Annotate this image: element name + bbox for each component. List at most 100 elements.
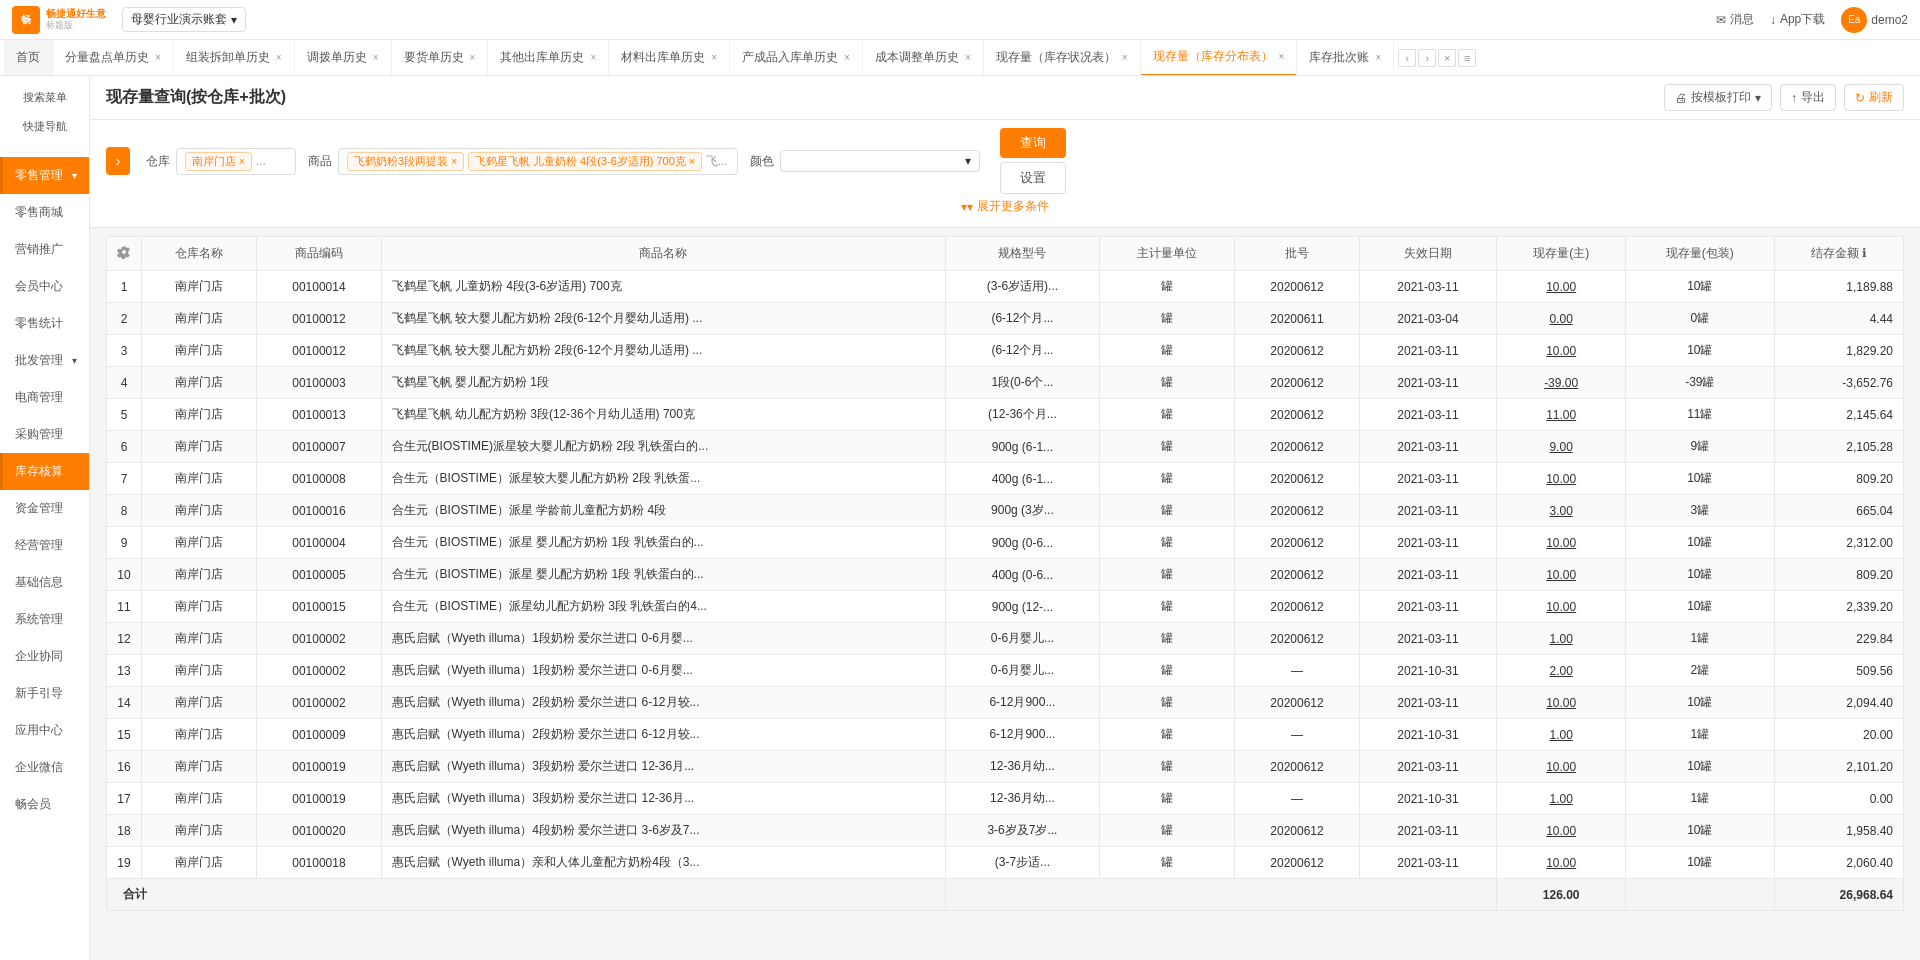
nav-right-arrow[interactable]: › — [1418, 49, 1436, 67]
sidebar-item-ecommerce[interactable]: 电商管理 — [0, 379, 89, 416]
print-btn[interactable]: 🖨 按模板打印 ▾ — [1664, 84, 1772, 111]
row-qty-main[interactable]: 1.00 — [1497, 719, 1626, 751]
row-qty-main[interactable]: 10.00 — [1497, 335, 1626, 367]
row-qty-main[interactable]: 10.00 — [1497, 751, 1626, 783]
product-tags[interactable]: 飞鹤奶粉3段两提装 × 飞鹤星飞帆 儿童奶粉 4段(3-6岁适用) 700克 ×… — [338, 148, 738, 175]
tab-11[interactable]: 库存批次账 × — [1297, 40, 1394, 76]
row-no: 9 — [107, 527, 142, 559]
sidebar-item-retail-mgmt[interactable]: 零售管理 ▾ — [0, 157, 89, 194]
sidebar-item-retail-stats[interactable]: 零售统计 — [0, 305, 89, 342]
row-qty-main[interactable]: 10.00 — [1497, 463, 1626, 495]
close-tab-7-icon[interactable]: × — [844, 52, 850, 63]
refresh-btn[interactable]: ↻ 刷新 — [1844, 84, 1904, 111]
sidebar-item-system[interactable]: 系统管理 — [0, 601, 89, 638]
row-qty-main[interactable]: 10.00 — [1497, 847, 1626, 879]
sidebar-item-enterprise[interactable]: 企业协同 — [0, 638, 89, 675]
color-input[interactable]: ▾ — [780, 150, 980, 172]
sidebar-item-enterprise-wechat[interactable]: 企业微信 — [0, 749, 89, 786]
row-qty-main[interactable]: 3.00 — [1497, 495, 1626, 527]
row-spec: 0-6月婴儿... — [945, 623, 1099, 655]
row-batch: — — [1235, 719, 1359, 751]
row-qty-main[interactable]: 10.00 — [1497, 687, 1626, 719]
tab-6[interactable]: 材料出库单历史 × — [609, 40, 730, 76]
row-qty-main[interactable]: 1.00 — [1497, 783, 1626, 815]
tab-5[interactable]: 其他出库单历史 × — [488, 40, 609, 76]
row-qty-main[interactable]: 10.00 — [1497, 815, 1626, 847]
close-tab-8-icon[interactable]: × — [965, 52, 971, 63]
col-spec: 规格型号 — [945, 237, 1099, 271]
row-expire: 2021-03-11 — [1359, 751, 1497, 783]
close-tab-1-icon[interactable]: × — [155, 52, 161, 63]
row-qty-main[interactable]: 10.00 — [1497, 559, 1626, 591]
row-qty-main[interactable]: 10.00 — [1497, 591, 1626, 623]
table-row: 18南岸门店00100020惠氏启赋（Wyeth illuma）4段奶粉 爱尔兰… — [107, 815, 1904, 847]
row-qty-main[interactable]: 1.00 — [1497, 623, 1626, 655]
row-qty-main[interactable]: 10.00 — [1497, 527, 1626, 559]
sidebar-item-retail-mall[interactable]: 零售商城 — [0, 194, 89, 231]
company-selector[interactable]: 母婴行业演示账套 ▾ — [122, 7, 246, 32]
row-qty-main[interactable]: -39.00 — [1497, 367, 1626, 399]
close-tab-5-icon[interactable]: × — [590, 52, 596, 63]
user-area[interactable]: Ea demo2 — [1841, 7, 1908, 33]
app-download-btn[interactable]: ↓ App下载 — [1770, 11, 1825, 28]
row-qty-pkg: 10罐 — [1625, 815, 1774, 847]
row-qty-main[interactable]: 2.00 — [1497, 655, 1626, 687]
row-code: 00100018 — [257, 847, 381, 879]
nav-close-arrow[interactable]: × — [1438, 49, 1456, 67]
nav-left-arrow[interactable]: ‹ — [1398, 49, 1416, 67]
search-menu-btn[interactable]: 搜索菜单 — [4, 84, 85, 111]
row-amount: 1,958.40 — [1774, 815, 1903, 847]
tab-1[interactable]: 分量盘点单历史 × — [53, 40, 174, 76]
product-tag-1-close-icon[interactable]: × — [689, 156, 695, 167]
sidebar-item-wholesale[interactable]: 批发管理 ▾ — [0, 342, 89, 379]
tab-9[interactable]: 现存量（库存状况表） × — [984, 40, 1141, 76]
close-tab-9-icon[interactable]: × — [1122, 52, 1128, 63]
close-tab-10-icon[interactable]: × — [1279, 51, 1285, 62]
sidebar-item-basic-info[interactable]: 基础信息 — [0, 564, 89, 601]
warehouse-tag-close-icon[interactable]: × — [239, 156, 245, 167]
row-unit: 罐 — [1100, 367, 1235, 399]
export-btn[interactable]: ↑ 导出 — [1780, 84, 1836, 111]
settings-btn[interactable]: 设置 — [1000, 162, 1066, 194]
row-qty-main[interactable]: 10.00 — [1497, 271, 1626, 303]
sidebar-item-app-center[interactable]: 应用中心 — [0, 712, 89, 749]
sidebar-item-purchase[interactable]: 采购管理 — [0, 416, 89, 453]
sidebar-item-guide[interactable]: 新手引导 — [0, 675, 89, 712]
row-qty-main[interactable]: 0.00 — [1497, 303, 1626, 335]
tab-8[interactable]: 成本调整单历史 × — [863, 40, 984, 76]
col-gear[interactable] — [107, 237, 142, 271]
tab-7[interactable]: 产成品入库单历史 × — [730, 40, 863, 76]
expand-filter-btn[interactable]: › — [106, 147, 130, 175]
tab-2[interactable]: 组装拆卸单历史 × — [174, 40, 295, 76]
sidebar-item-marketing[interactable]: 营销推广 — [0, 231, 89, 268]
close-tab-2-icon[interactable]: × — [276, 52, 282, 63]
warehouse-tags[interactable]: 南岸门店 × ... — [176, 148, 296, 175]
tab-10[interactable]: 现存量（库存分布表） × — [1141, 40, 1298, 76]
product-tag-0-close-icon[interactable]: × — [451, 156, 457, 167]
query-btn[interactable]: 查询 — [1000, 128, 1066, 158]
sidebar-item-vip[interactable]: 畅会员 — [0, 786, 89, 823]
tab-4[interactable]: 要货单历史 × — [392, 40, 489, 76]
row-code: 00100002 — [257, 623, 381, 655]
row-qty-main[interactable]: 9.00 — [1497, 431, 1626, 463]
row-unit: 罐 — [1100, 687, 1235, 719]
close-tab-11-icon[interactable]: × — [1375, 52, 1381, 63]
expand-more-btn[interactable]: ▾▾ 展开更多条件 — [106, 194, 1904, 219]
row-unit: 罐 — [1100, 655, 1235, 687]
sidebar-item-operations[interactable]: 经营管理 — [0, 527, 89, 564]
tab-home[interactable]: 首页 — [4, 40, 53, 76]
sidebar-item-finance[interactable]: 资金管理 — [0, 490, 89, 527]
row-unit: 罐 — [1100, 623, 1235, 655]
sidebar-item-inventory[interactable]: 库存核算 — [0, 453, 89, 490]
quick-nav-btn[interactable]: 快捷导航 — [4, 113, 85, 140]
messages-btn[interactable]: ✉ 消息 — [1716, 11, 1754, 28]
warehouse-more[interactable]: ... — [256, 154, 266, 168]
close-tab-6-icon[interactable]: × — [711, 52, 717, 63]
tab-3[interactable]: 调拨单历史 × — [295, 40, 392, 76]
row-qty-main[interactable]: 11.00 — [1497, 399, 1626, 431]
close-tab-3-icon[interactable]: × — [373, 52, 379, 63]
nav-menu-arrow[interactable]: ≡ — [1458, 49, 1476, 67]
close-tab-4-icon[interactable]: × — [470, 52, 476, 63]
sidebar-item-member[interactable]: 会员中心 — [0, 268, 89, 305]
product-more[interactable]: 飞... — [706, 153, 728, 170]
